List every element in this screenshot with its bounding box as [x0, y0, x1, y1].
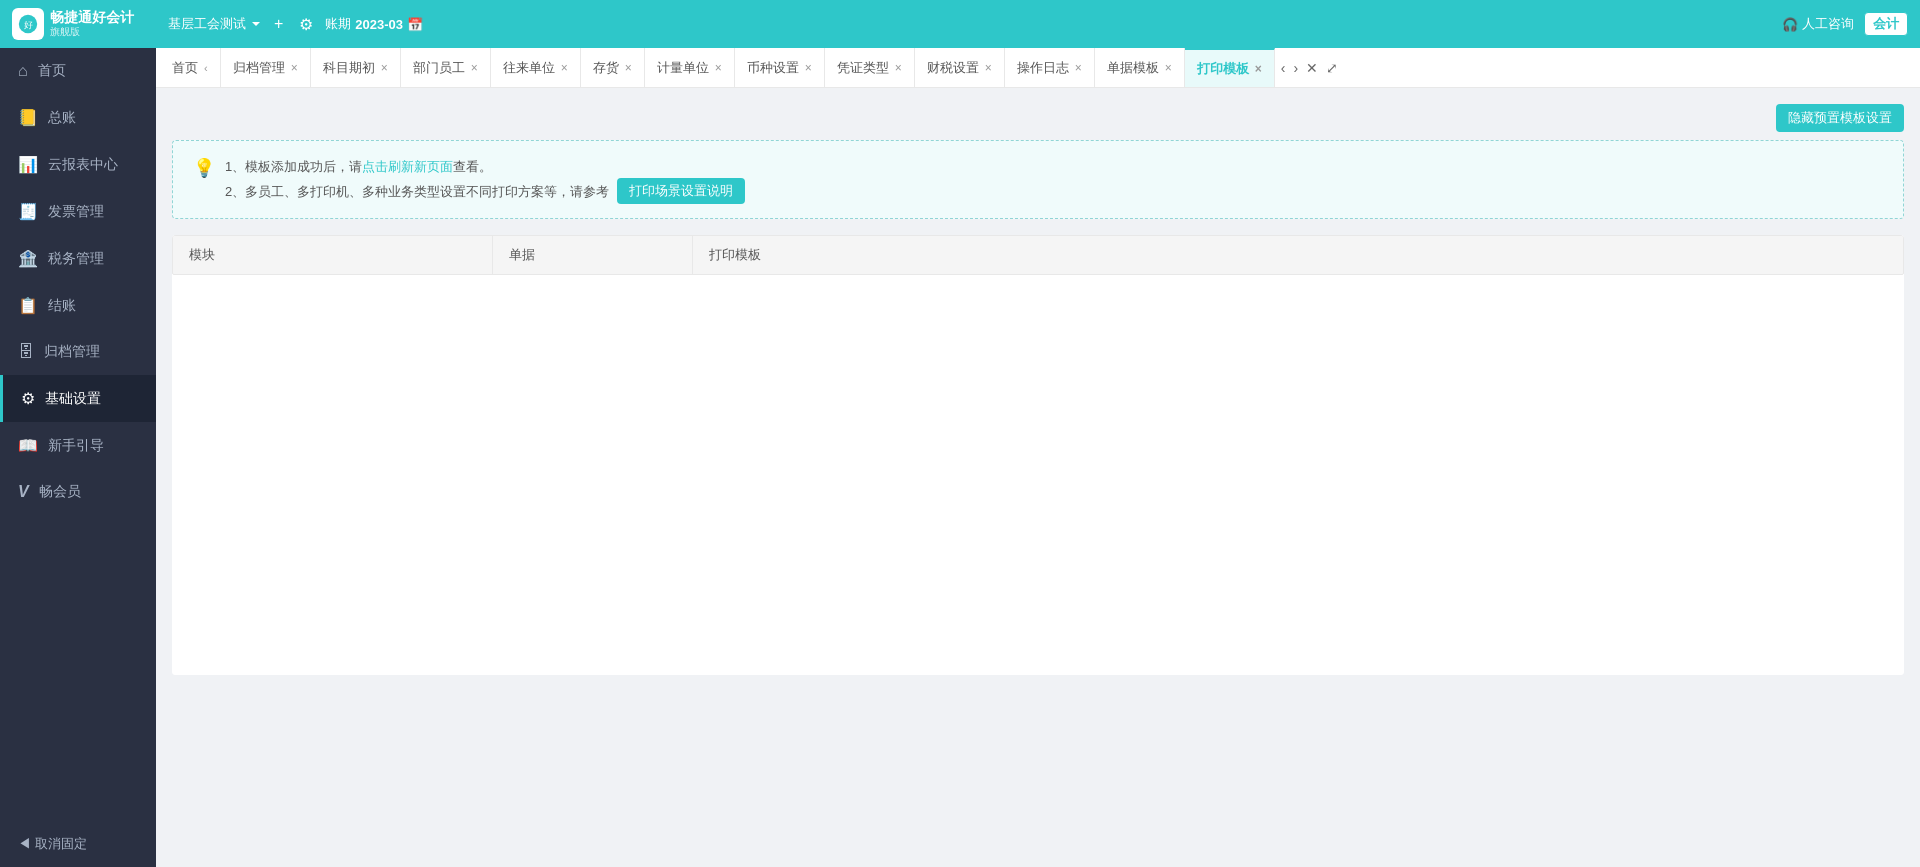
tab-close-single-template[interactable]: × [1165, 61, 1172, 75]
app-logo: 好 [12, 8, 44, 40]
sidebar-item-ledger[interactable]: 📒 总账 [0, 94, 156, 141]
app-edition: 旗舰版 [50, 25, 134, 39]
role-badge[interactable]: 会计 [1864, 12, 1908, 36]
sidebar-item-closing[interactable]: 📋 结账 [0, 282, 156, 329]
tab-close-operation-log[interactable]: × [1075, 61, 1082, 75]
tab-expand[interactable]: ⤢ [1322, 60, 1342, 76]
tab-voucher-type[interactable]: 凭证类型 × [825, 48, 915, 88]
company-name: 基层工会测试 [168, 15, 246, 33]
col-voucher: 单据 [493, 236, 693, 274]
company-selector[interactable]: 基层工会测试 [168, 15, 262, 33]
main-table: 模块 单据 打印模板 [172, 235, 1904, 675]
table-header: 模块 单据 打印模板 [172, 235, 1904, 275]
tab-scroll-left[interactable]: ‹ [1277, 60, 1290, 76]
reports-icon: 📊 [18, 155, 38, 174]
tab-close-currency[interactable]: × [805, 61, 812, 75]
tab-operation-log[interactable]: 操作日志 × [1005, 48, 1095, 88]
sidebar-item-invoice[interactable]: 🧾 发票管理 [0, 188, 156, 235]
tab-single-template[interactable]: 单据模板 × [1095, 48, 1185, 88]
tax-icon: 🏦 [18, 249, 38, 268]
ledger-icon: 📒 [18, 108, 38, 127]
add-tab-button[interactable]: + [270, 11, 287, 37]
tab-close-unit[interactable]: × [715, 61, 722, 75]
sidebar-item-reports[interactable]: 📊 云报表中心 [0, 141, 156, 188]
sidebar-item-guide[interactable]: 📖 新手引导 [0, 422, 156, 469]
unpin-button[interactable]: ◀ 取消固定 [0, 821, 156, 867]
tab-currency[interactable]: 币种设置 × [735, 48, 825, 88]
tab-close-print-template[interactable]: × [1255, 62, 1262, 76]
tab-close-voucher-type[interactable]: × [895, 61, 902, 75]
tab-tax-settings[interactable]: 财税设置 × [915, 48, 1005, 88]
notice-text: 1、模板添加成功后，请点击刷新新页面查看。 2、多员工、多打印机、多种业务类型设… [225, 155, 745, 204]
company-dropdown-icon [250, 18, 262, 30]
tab-scroll-right[interactable]: › [1290, 60, 1303, 76]
tab-unit[interactable]: 计量单位 × [645, 48, 735, 88]
tab-close-archive-mgmt[interactable]: × [291, 61, 298, 75]
sidebar: ⌂ 首页 📒 总账 📊 云报表中心 🧾 发票管理 🏦 税务管理 📋 结账 [0, 48, 156, 867]
sidebar-item-tax[interactable]: 🏦 税务管理 [0, 235, 156, 282]
tab-dept-staff[interactable]: 部门员工 × [401, 48, 491, 88]
sidebar-item-home[interactable]: ⌂ 首页 [0, 48, 156, 94]
notice-box: 💡 1、模板添加成功后，请点击刷新新页面查看。 2、多员工、多打印机、多种业务类… [172, 140, 1904, 219]
tab-close-subject-init[interactable]: × [381, 61, 388, 75]
app-name: 畅捷通好会计 [50, 9, 134, 26]
sidebar-item-member[interactable]: V 畅会员 [0, 469, 156, 515]
tab-close-tax-settings[interactable]: × [985, 61, 992, 75]
content-area: 隐藏预置模板设置 💡 1、模板添加成功后，请点击刷新新页面查看。 2、多员工、多… [156, 88, 1920, 867]
refresh-link[interactable]: 点击刷新新页面 [362, 159, 453, 174]
tab-subject-init[interactable]: 科目期初 × [311, 48, 401, 88]
settings-button[interactable]: ⚙ [295, 11, 317, 38]
tab-print-template[interactable]: 打印模板 × [1185, 48, 1275, 88]
closing-icon: 📋 [18, 296, 38, 315]
settings-icon: ⚙ [21, 389, 35, 408]
tab-close-inventory[interactable]: × [625, 61, 632, 75]
archive-icon: 🗄 [18, 343, 34, 361]
sidebar-item-archive[interactable]: 🗄 归档管理 [0, 329, 156, 375]
period-label: 账期 2023-03 📅 [325, 15, 423, 33]
tab-partner[interactable]: 往来单位 × [491, 48, 581, 88]
svg-text:好: 好 [24, 20, 33, 30]
hide-preview-button[interactable]: 隐藏预置模板设置 [1776, 104, 1904, 132]
tab-close-partner[interactable]: × [561, 61, 568, 75]
table-body [172, 275, 1904, 675]
col-template: 打印模板 [693, 236, 1903, 274]
guide-icon: 📖 [18, 436, 38, 455]
invoice-icon: 🧾 [18, 202, 38, 221]
member-icon: V [18, 483, 29, 501]
sidebar-item-settings[interactable]: ⚙ 基础设置 [0, 375, 156, 422]
print-scene-button[interactable]: 打印场景设置说明 [617, 178, 745, 204]
home-icon: ⌂ [18, 62, 28, 80]
tab-archive-mgmt[interactable]: 归档管理 × [221, 48, 311, 88]
service-button[interactable]: 🎧 人工咨询 [1782, 15, 1854, 33]
tab-bar: 首页 ‹ 归档管理 × 科目期初 × 部门员工 × 往来单位 × [156, 48, 1920, 88]
notice-icon: 💡 [193, 157, 215, 179]
tab-close-all[interactable]: ✕ [1302, 60, 1322, 76]
tab-home[interactable]: 首页 ‹ [160, 48, 221, 88]
tab-inventory[interactable]: 存货 × [581, 48, 645, 88]
col-module: 模块 [173, 236, 493, 274]
tab-close-dept-staff[interactable]: × [471, 61, 478, 75]
